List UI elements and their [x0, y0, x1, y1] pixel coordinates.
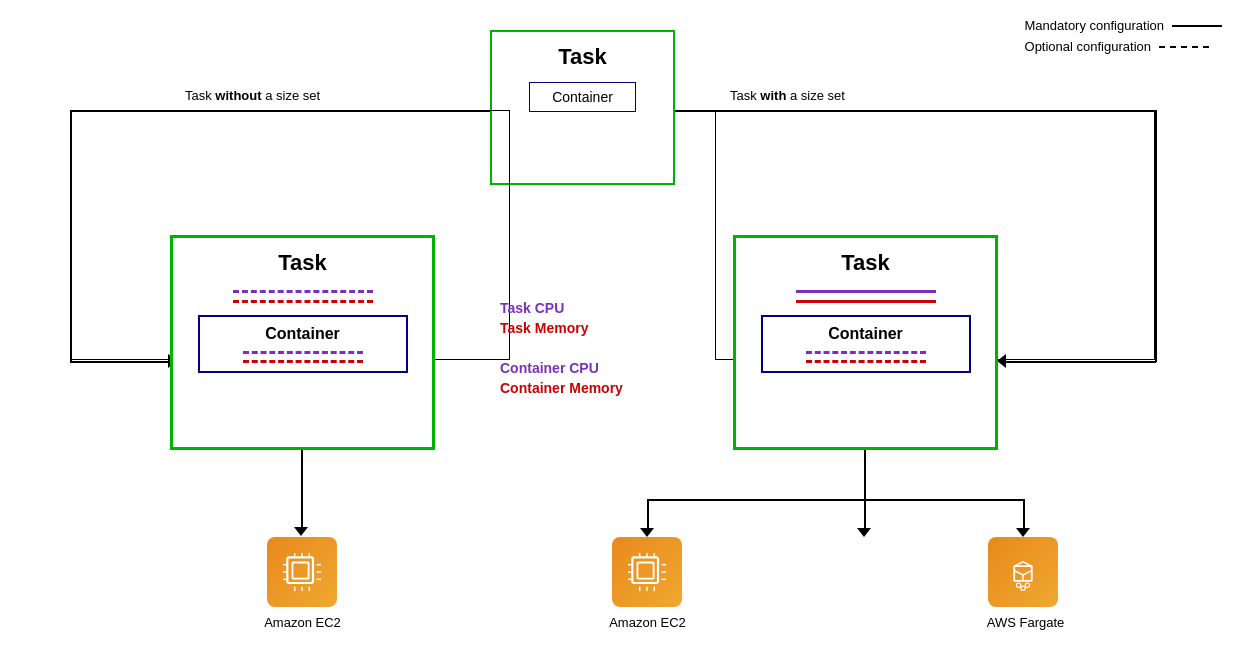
- left-task-box: Task Container: [170, 235, 435, 450]
- legend-mandatory-label: Mandatory configuration: [1025, 18, 1164, 33]
- ec2-right-label: Amazon EC2: [600, 615, 695, 630]
- top-task-title: Task: [558, 44, 607, 70]
- left-container-title: Container: [265, 325, 340, 343]
- svg-rect-15: [637, 562, 653, 578]
- left-task-cpu-line: [233, 290, 373, 293]
- legend-optional-label: Optional configuration: [1025, 39, 1151, 54]
- arrow-right-branch-h: [647, 499, 1023, 501]
- arrow-right-entry: [997, 354, 1006, 368]
- top-task-container: Task Container: [490, 30, 675, 185]
- right-task-box: Task Container: [733, 235, 998, 450]
- connector-left-v: [70, 110, 72, 362]
- ec2-left-icon: [267, 537, 337, 607]
- legend-container-memory: Container Memory: [500, 380, 623, 396]
- svg-point-32: [1021, 586, 1025, 590]
- label-without-bold: without: [215, 88, 261, 103]
- svg-point-30: [1016, 583, 1020, 587]
- left-container-box: Container: [198, 315, 408, 373]
- right-container-title: Container: [828, 325, 903, 343]
- ec2-left-svg: [280, 550, 324, 594]
- right-task-cpu-line: [796, 290, 936, 293]
- legend-dashed-line: [1159, 46, 1209, 48]
- connector-top-right-h: [675, 110, 1156, 112]
- right-container-box: Container: [761, 315, 971, 373]
- legend-solid-line: [1172, 25, 1222, 27]
- label-with-size: Task with a size set: [730, 88, 845, 103]
- connector-right-v: [1155, 110, 1157, 362]
- legend: Mandatory configuration Optional configu…: [1025, 18, 1222, 54]
- left-container-cpu-line: [243, 351, 363, 354]
- connector-right-h-bottom: [1000, 361, 1156, 363]
- ec2-left-label: Amazon EC2: [255, 615, 350, 630]
- left-task-title: Task: [278, 250, 327, 276]
- arrow-branch-center-v: [864, 499, 866, 531]
- legend-optional: Optional configuration: [1025, 39, 1222, 54]
- left-task-memory-line: [233, 300, 373, 303]
- right-container-memory-line: [806, 360, 926, 363]
- arrow-branch-right-v: [1023, 499, 1025, 531]
- right-container-cpu-line: [806, 351, 926, 354]
- top-container-box: Container: [529, 82, 636, 112]
- diagram-container: Mandatory configuration Optional configu…: [0, 0, 1242, 665]
- left-container-memory-line: [243, 360, 363, 363]
- fargate-svg: [1001, 550, 1045, 594]
- arrow-left-task-down-v: [301, 450, 303, 530]
- connector-top-left-h: [70, 110, 490, 112]
- ec2-right-svg: [625, 550, 669, 594]
- legend-container-cpu: Container CPU: [500, 360, 623, 376]
- arrow-branch-right-arrowhead: [1016, 528, 1030, 537]
- arrow-branch-center-arrowhead: [857, 528, 871, 537]
- arrow-right-task-down-v: [864, 450, 866, 500]
- connector-left-h-bottom: [70, 361, 170, 363]
- svg-rect-1: [292, 562, 308, 578]
- legend-task-memory: Task Memory: [500, 320, 623, 336]
- center-legend-labels: Task CPU Task Memory Container CPU Conta…: [500, 300, 623, 396]
- label-without-size: Task without a size set: [185, 88, 320, 103]
- right-task-memory-line: [796, 300, 936, 303]
- arrow-branch-left-arrowhead: [640, 528, 654, 537]
- top-container-label: Container: [552, 89, 613, 105]
- ec2-right-icon: [612, 537, 682, 607]
- svg-point-31: [1025, 583, 1029, 587]
- legend-task-cpu: Task CPU: [500, 300, 623, 316]
- fargate-label: AWS Fargate: [978, 615, 1073, 630]
- arrow-branch-left-v: [647, 499, 649, 531]
- label-with-bold: with: [760, 88, 786, 103]
- arrow-left-task-arrowhead: [294, 527, 308, 536]
- fargate-icon: [988, 537, 1058, 607]
- right-task-title: Task: [841, 250, 890, 276]
- legend-mandatory: Mandatory configuration: [1025, 18, 1222, 33]
